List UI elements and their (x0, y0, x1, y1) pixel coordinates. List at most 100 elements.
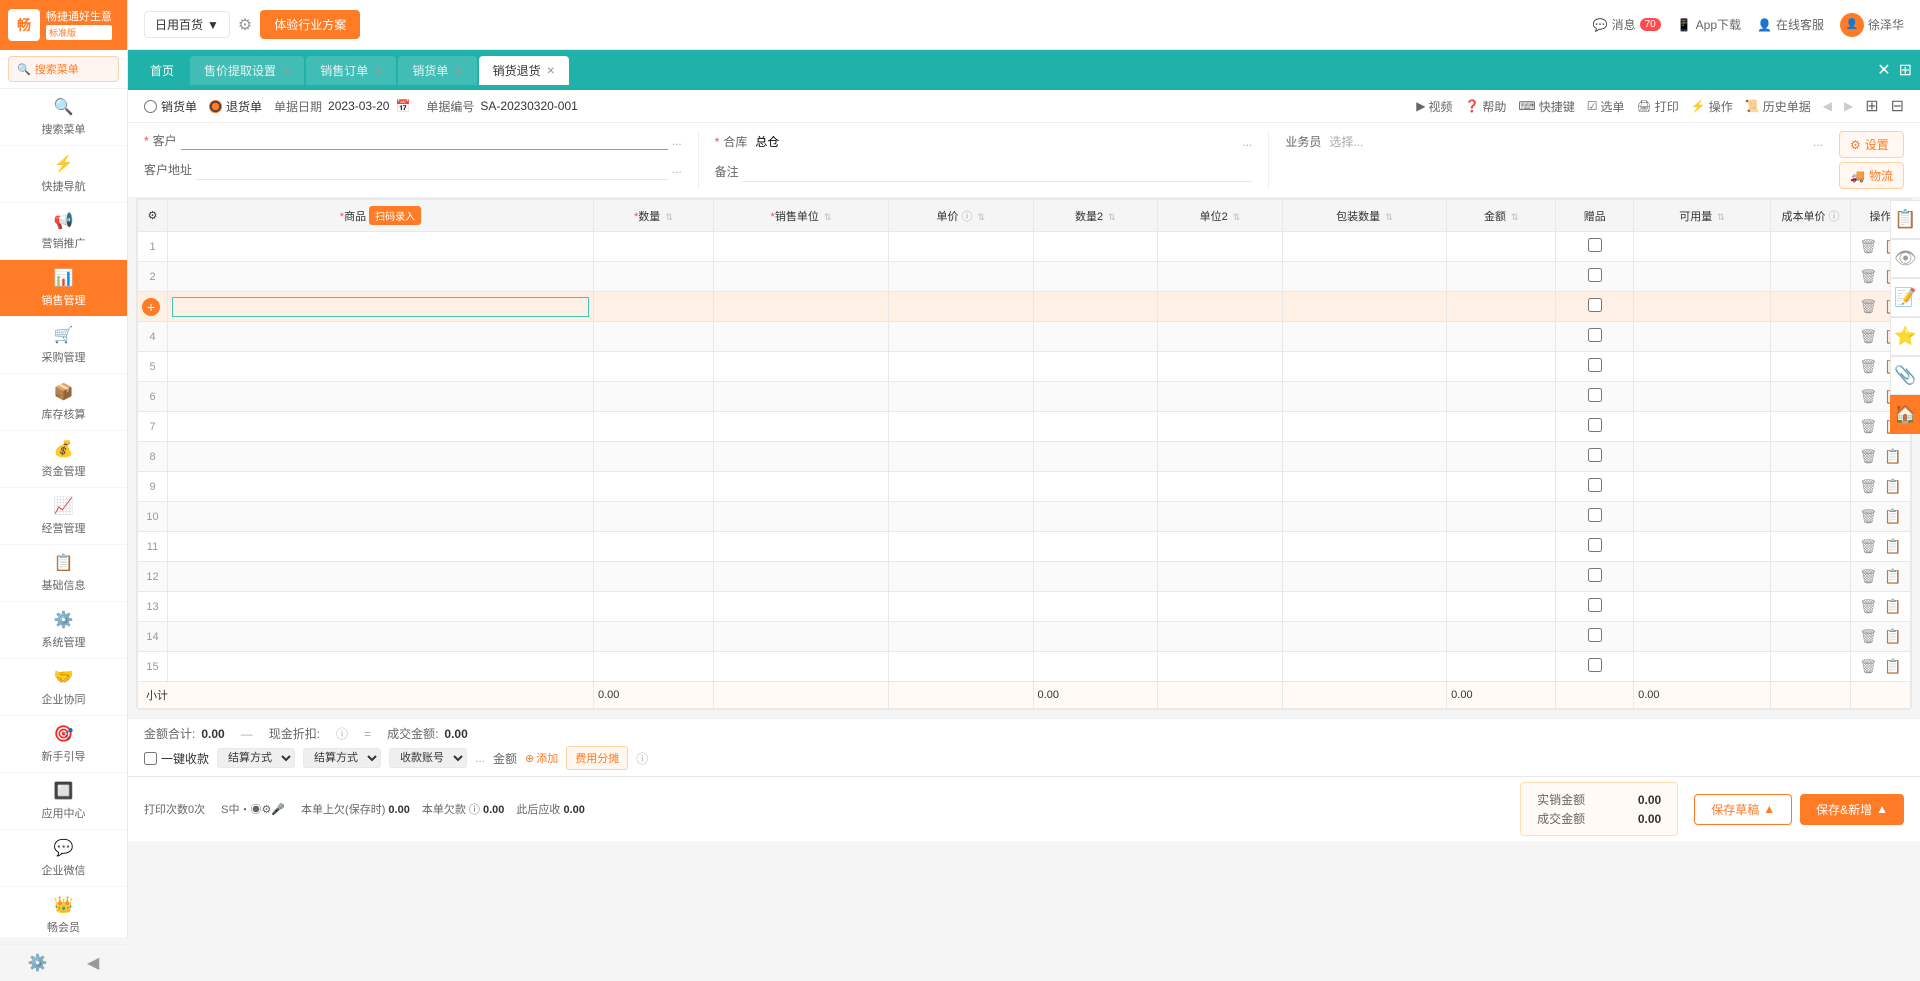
sidebar-item-sales[interactable]: 📊 销售管理 (0, 260, 127, 317)
amount-cell-13[interactable] (1447, 592, 1556, 622)
salesperson-dots[interactable]: ... (1813, 135, 1823, 149)
amount-cell-2[interactable] (1447, 262, 1556, 292)
sidebar-item-marketing[interactable]: 📢 营销推广 (0, 203, 127, 260)
gift-checkbox-5[interactable] (1588, 358, 1602, 372)
gift-cell-5[interactable] (1556, 352, 1634, 382)
view-list-icon[interactable]: ⊞ (1865, 96, 1878, 116)
available-cell-13[interactable] (1634, 592, 1771, 622)
available-cell-11[interactable] (1634, 532, 1771, 562)
right-tool-2[interactable]: 👁 (1890, 239, 1920, 278)
sales-unit-cell-10[interactable] (713, 502, 888, 532)
unit-price-cell-9[interactable] (889, 472, 1034, 502)
qty-cell-3[interactable] (593, 292, 713, 322)
gift-checkbox-7[interactable] (1588, 418, 1602, 432)
qty-cell-13[interactable] (593, 592, 713, 622)
pack-qty-cell-2[interactable] (1282, 262, 1446, 292)
fee-split-btn[interactable]: 费用分摊 (566, 746, 628, 770)
sidebar-search[interactable]: 🔍 搜索菜单 (0, 50, 127, 89)
product-cell-2[interactable] (168, 262, 594, 292)
unit-price-sort-icon[interactable]: ⇅ (978, 212, 986, 222)
product-cell-8[interactable] (168, 442, 594, 472)
amount-cell-3[interactable] (1447, 292, 1556, 322)
right-tool-6[interactable]: 🏠 (1890, 395, 1920, 434)
gift-checkbox-1[interactable] (1588, 238, 1602, 252)
sidebar-item-wechat[interactable]: 💬 企业微信 (0, 830, 127, 887)
qty-cell-8[interactable] (593, 442, 713, 472)
qty-cell-5[interactable] (593, 352, 713, 382)
qty2-cell-5[interactable] (1033, 352, 1158, 382)
unit2-cell-4[interactable] (1158, 322, 1283, 352)
history-btn[interactable]: 📜 历史单据 (1745, 98, 1811, 115)
available-cell-1[interactable] (1634, 232, 1771, 262)
product-cell-9[interactable] (168, 472, 594, 502)
amount-cell-8[interactable] (1447, 442, 1556, 472)
customer-input[interactable] (181, 131, 668, 150)
delete-btn-6[interactable]: 🗑 (1857, 386, 1879, 407)
address-dots[interactable]: ... (672, 162, 682, 176)
qty-cell-15[interactable] (593, 652, 713, 682)
unit-price-cell-14[interactable] (889, 622, 1034, 652)
unit-price-cell-12[interactable] (889, 562, 1034, 592)
available-cell-3[interactable] (1634, 292, 1771, 322)
cost-cell-15[interactable] (1771, 652, 1851, 682)
pack-qty-cell-15[interactable] (1282, 652, 1446, 682)
qty2-cell-13[interactable] (1033, 592, 1158, 622)
copy-btn-8[interactable]: 📋 (1882, 446, 1903, 467)
search-menu-button[interactable]: 🔍 搜索菜单 (8, 56, 119, 82)
sales-unit-cell-13[interactable] (713, 592, 888, 622)
sidebar-item-system[interactable]: ⚙️ 系统管理 (0, 602, 127, 659)
unit-price-cell-4[interactable] (889, 322, 1034, 352)
amount-cell-15[interactable] (1447, 652, 1556, 682)
unit2-cell-3[interactable] (1158, 292, 1283, 322)
gift-cell-8[interactable] (1556, 442, 1634, 472)
cost-cell-9[interactable] (1771, 472, 1851, 502)
qty2-cell-9[interactable] (1033, 472, 1158, 502)
gift-checkbox-12[interactable] (1588, 568, 1602, 582)
qty-sort-icon[interactable]: ⇅ (665, 212, 673, 222)
print-btn[interactable]: 🖨 打印 (1637, 98, 1679, 115)
qty-cell-2[interactable] (593, 262, 713, 292)
sidebar-item-apps[interactable]: 🔲 应用中心 (0, 773, 127, 830)
delete-btn-13[interactable]: 🗑 (1857, 596, 1879, 617)
delete-btn-8[interactable]: 🗑 (1857, 446, 1879, 467)
sales-unit-cell-2[interactable] (713, 262, 888, 292)
delete-btn-15[interactable]: 🗑 (1857, 656, 1879, 677)
sidebar-item-operations[interactable]: 📈 经营管理 (0, 488, 127, 545)
available-cell-6[interactable] (1634, 382, 1771, 412)
gift-checkbox-14[interactable] (1588, 628, 1602, 642)
qty-cell-4[interactable] (593, 322, 713, 352)
available-cell-7[interactable] (1634, 412, 1771, 442)
unit2-cell-2[interactable] (1158, 262, 1283, 292)
cost-cell-8[interactable] (1771, 442, 1851, 472)
gift-checkbox-3[interactable] (1588, 298, 1602, 312)
delete-btn-3[interactable]: 🗑 (1857, 296, 1879, 317)
sidebar-item-inventory[interactable]: 📦 库存核算 (0, 374, 127, 431)
qty2-cell-15[interactable] (1033, 652, 1158, 682)
unit2-cell-12[interactable] (1158, 562, 1283, 592)
gift-cell-15[interactable] (1556, 652, 1634, 682)
gift-cell-10[interactable] (1556, 502, 1634, 532)
qty2-cell-7[interactable] (1033, 412, 1158, 442)
qty-cell-10[interactable] (593, 502, 713, 532)
product-input-3[interactable] (172, 297, 589, 317)
product-cell-1[interactable] (168, 232, 594, 262)
delete-btn-2[interactable]: 🗑 (1857, 266, 1879, 287)
sales-unit-cell-3[interactable] (713, 292, 888, 322)
cost-cell-3[interactable] (1771, 292, 1851, 322)
qty-cell-14[interactable] (593, 622, 713, 652)
save-draft-button[interactable]: 保存草稿 ▲ (1694, 794, 1792, 825)
onepay-checkbox-input[interactable] (144, 752, 157, 765)
unit-price-cell-11[interactable] (889, 532, 1034, 562)
sales-unit-cell-1[interactable] (713, 232, 888, 262)
account-select[interactable]: 收款账号 (389, 748, 467, 768)
gift-checkbox-11[interactable] (1588, 538, 1602, 552)
cost-cell-11[interactable] (1771, 532, 1851, 562)
tab-sales-delivery[interactable]: 销货单 × (398, 56, 476, 85)
unit-price-cell-5[interactable] (889, 352, 1034, 382)
tab-sales-order-close[interactable]: × (374, 62, 382, 78)
unit2-cell-7[interactable] (1158, 412, 1283, 442)
pack-qty-cell-8[interactable] (1282, 442, 1446, 472)
tab-home[interactable]: 首页 (136, 56, 188, 85)
radio-return[interactable]: 退货单 (209, 98, 262, 115)
amount-cell-4[interactable] (1447, 322, 1556, 352)
